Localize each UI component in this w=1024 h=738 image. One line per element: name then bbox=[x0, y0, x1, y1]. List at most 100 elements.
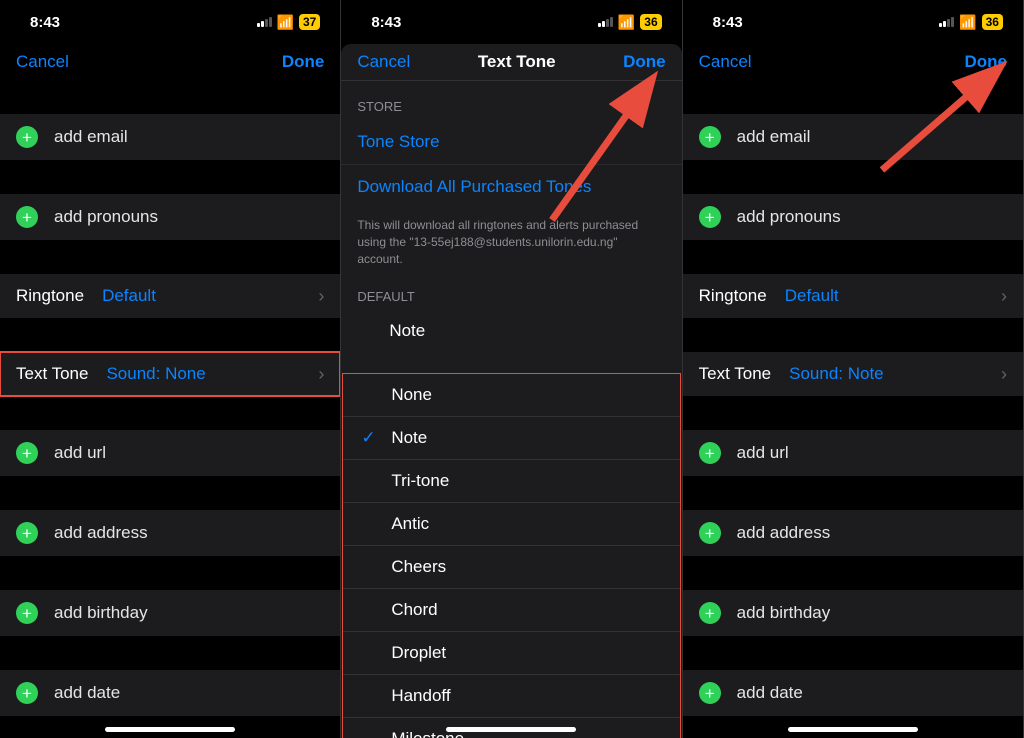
add-date-row[interactable]: add date bbox=[683, 670, 1023, 716]
cellular-icon bbox=[257, 17, 272, 27]
plus-icon bbox=[16, 206, 38, 228]
home-indicator[interactable] bbox=[446, 727, 576, 732]
status-right: 📶 36 bbox=[939, 14, 1003, 31]
home-indicator[interactable] bbox=[788, 727, 918, 732]
add-address-label: add address bbox=[737, 523, 831, 543]
tone-label: Note bbox=[391, 428, 427, 448]
cancel-button[interactable]: Cancel bbox=[357, 52, 410, 72]
add-date-row[interactable]: add date bbox=[0, 670, 340, 716]
wifi-icon: 📶 bbox=[959, 14, 976, 31]
add-birthday-row[interactable]: add birthday bbox=[0, 590, 340, 636]
add-email-label: add email bbox=[737, 127, 811, 147]
add-pronouns-row[interactable]: add pronouns bbox=[0, 194, 340, 240]
tone-option[interactable]: Droplet bbox=[343, 632, 679, 675]
battery-badge: 37 bbox=[299, 14, 320, 30]
plus-icon bbox=[16, 682, 38, 704]
text-tone-value: Sound: None bbox=[106, 364, 205, 384]
plus-icon bbox=[699, 126, 721, 148]
text-tone-key: Text Tone bbox=[16, 364, 88, 384]
add-url-label: add url bbox=[737, 443, 789, 463]
add-email-row[interactable]: add email bbox=[683, 114, 1023, 160]
add-url-row[interactable]: add url bbox=[0, 430, 340, 476]
text-tone-row[interactable]: Text Tone Sound: None › bbox=[0, 352, 340, 396]
add-pronouns-label: add pronouns bbox=[54, 207, 158, 227]
wifi-icon: 📶 bbox=[277, 14, 294, 31]
chevron-right-icon: › bbox=[1001, 286, 1007, 307]
nav-bar: Cancel Done bbox=[0, 44, 340, 80]
screen-3-contact-edit-updated: 8:43 📶 36 Cancel Done add email add pron… bbox=[683, 0, 1024, 738]
text-tone-key: Text Tone bbox=[699, 364, 771, 384]
modal-nav-bar: Cancel Text Tone Done bbox=[341, 44, 681, 81]
home-indicator[interactable] bbox=[105, 727, 235, 732]
add-birthday-label: add birthday bbox=[737, 603, 831, 623]
plus-icon bbox=[16, 602, 38, 624]
tone-label: Cheers bbox=[391, 557, 446, 577]
add-url-label: add url bbox=[54, 443, 106, 463]
cellular-icon bbox=[598, 17, 613, 27]
plus-icon bbox=[16, 126, 38, 148]
status-time: 8:43 bbox=[713, 14, 743, 31]
ringtone-key: Ringtone bbox=[699, 286, 767, 306]
text-tone-row[interactable]: Text Tone Sound: Note › bbox=[683, 352, 1023, 396]
ringtone-key: Ringtone bbox=[16, 286, 84, 306]
modal-title: Text Tone bbox=[478, 52, 556, 72]
add-address-row[interactable]: add address bbox=[683, 510, 1023, 556]
cancel-button[interactable]: Cancel bbox=[699, 52, 752, 72]
tone-label: Chord bbox=[391, 600, 437, 620]
tone-label: Droplet bbox=[391, 643, 446, 663]
tone-label: Antic bbox=[391, 514, 429, 534]
store-header: STORE bbox=[341, 81, 681, 120]
add-birthday-row[interactable]: add birthday bbox=[683, 590, 1023, 636]
cancel-button[interactable]: Cancel bbox=[16, 52, 69, 72]
tone-option[interactable]: None bbox=[343, 374, 679, 417]
text-tone-value: Sound: Note bbox=[789, 364, 884, 384]
current-tone-top[interactable]: Note bbox=[341, 310, 681, 352]
add-url-row[interactable]: add url bbox=[683, 430, 1023, 476]
tone-option[interactable]: Cheers bbox=[343, 546, 679, 589]
add-pronouns-row[interactable]: add pronouns bbox=[683, 194, 1023, 240]
checkmark-icon: ✓ bbox=[361, 428, 375, 448]
add-date-label: add date bbox=[737, 683, 803, 703]
done-button[interactable]: Done bbox=[964, 52, 1007, 72]
tone-label: Tri-tone bbox=[391, 471, 449, 491]
tone-store-link[interactable]: Tone Store bbox=[341, 120, 681, 165]
add-birthday-label: add birthday bbox=[54, 603, 148, 623]
download-note: This will download all ringtones and ale… bbox=[341, 209, 681, 271]
screen-1-contact-edit: 8:43 📶 37 Cancel Done add email add pron… bbox=[0, 0, 341, 738]
status-bar: 8:43 📶 36 bbox=[683, 0, 1023, 44]
battery-badge: 36 bbox=[640, 14, 661, 30]
plus-icon bbox=[699, 602, 721, 624]
ringtone-value: Default bbox=[785, 286, 839, 306]
chevron-right-icon: › bbox=[318, 364, 324, 385]
tone-option[interactable]: Chord bbox=[343, 589, 679, 632]
status-time: 8:43 bbox=[30, 14, 60, 31]
chevron-right-icon: › bbox=[1001, 364, 1007, 385]
tone-option[interactable]: Antic bbox=[343, 503, 679, 546]
status-bar: 8:43 📶 37 bbox=[0, 0, 340, 44]
tone-label: Handoff bbox=[391, 686, 450, 706]
plus-icon bbox=[699, 442, 721, 464]
add-date-label: add date bbox=[54, 683, 120, 703]
battery-badge: 36 bbox=[982, 14, 1003, 30]
add-address-row[interactable]: add address bbox=[0, 510, 340, 556]
done-button[interactable]: Done bbox=[623, 52, 666, 72]
nav-bar: Cancel Done bbox=[683, 44, 1023, 80]
plus-icon bbox=[699, 206, 721, 228]
plus-icon bbox=[699, 522, 721, 544]
tone-option[interactable]: ✓ Note bbox=[343, 417, 679, 460]
cellular-icon bbox=[939, 17, 954, 27]
status-right: 📶 37 bbox=[257, 14, 321, 31]
add-email-row[interactable]: add email bbox=[0, 114, 340, 160]
done-button[interactable]: Done bbox=[282, 52, 325, 72]
screen-2-text-tone-picker: 8:43 📶 36 Cancel Text Tone Done STORE To… bbox=[341, 0, 682, 738]
add-email-label: add email bbox=[54, 127, 128, 147]
ringtone-row[interactable]: Ringtone Default › bbox=[683, 274, 1023, 318]
tone-list: None ✓ Note Tri-tone Antic Cheers Chord Droplet… bbox=[343, 374, 679, 738]
add-pronouns-label: add pronouns bbox=[737, 207, 841, 227]
tone-option[interactable]: Tri-tone bbox=[343, 460, 679, 503]
status-time: 8:43 bbox=[371, 14, 401, 31]
ringtone-row[interactable]: Ringtone Default › bbox=[0, 274, 340, 318]
tone-option[interactable]: Handoff bbox=[343, 675, 679, 718]
plus-icon bbox=[699, 682, 721, 704]
download-purchased-link[interactable]: Download All Purchased Tones bbox=[341, 165, 681, 209]
